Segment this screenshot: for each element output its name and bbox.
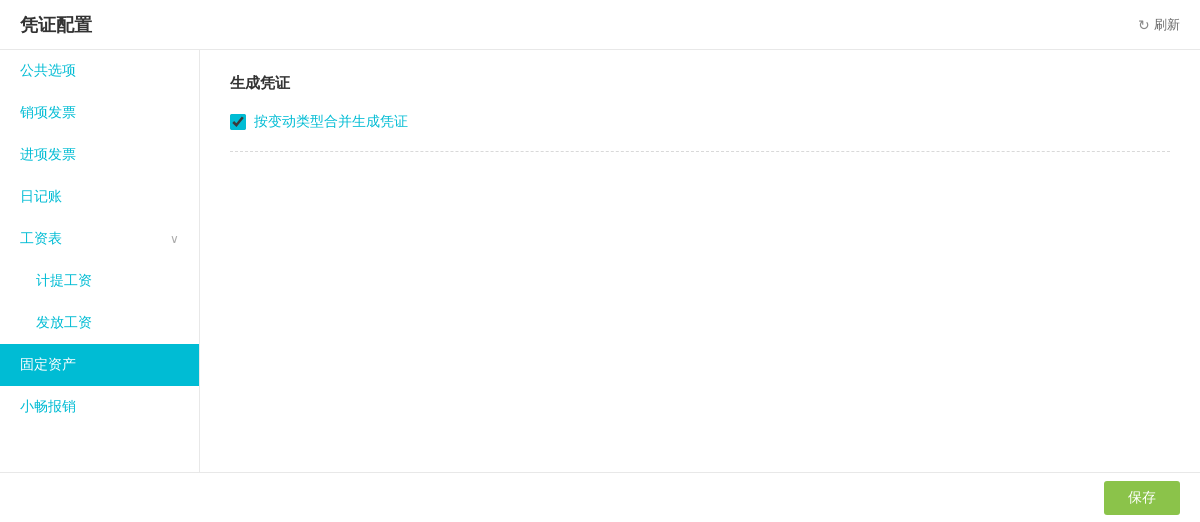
sidebar-label-expense-report: 小畅报销 bbox=[20, 398, 76, 416]
sidebar-item-expense-report[interactable]: 小畅报销 bbox=[0, 386, 199, 428]
main-layout: 公共选项 销项发票 进项发票 日记账 工资表 ∨ 计提工资 发放工资 固定资 bbox=[0, 50, 1200, 472]
sidebar-item-journal[interactable]: 日记账 bbox=[0, 176, 199, 218]
merge-voucher-checkbox[interactable] bbox=[230, 114, 246, 130]
sidebar-item-payroll-table[interactable]: 工资表 ∨ bbox=[0, 218, 199, 260]
save-button[interactable]: 保存 bbox=[1104, 481, 1180, 515]
section-title: 生成凭证 bbox=[230, 74, 1170, 93]
refresh-icon: ↻ bbox=[1138, 17, 1150, 33]
sidebar-item-public-options[interactable]: 公共选项 bbox=[0, 50, 199, 92]
sidebar: 公共选项 销项发票 进项发票 日记账 工资表 ∨ 计提工资 发放工资 固定资 bbox=[0, 50, 200, 472]
footer: 保存 bbox=[0, 472, 1200, 522]
sidebar-label-sales-invoice: 销项发票 bbox=[20, 104, 76, 122]
page-container: 凭证配置 ↻ 刷新 公共选项 销项发票 进项发票 日记账 工资表 ∨ bbox=[0, 0, 1200, 522]
page-title: 凭证配置 bbox=[20, 13, 92, 37]
checkbox-label[interactable]: 按变动类型合并生成凭证 bbox=[254, 113, 408, 131]
sidebar-item-purchase-invoice[interactable]: 进项发票 bbox=[0, 134, 199, 176]
sidebar-label-fixed-assets: 固定资产 bbox=[20, 356, 76, 374]
sidebar-label-pay-salary: 发放工资 bbox=[36, 314, 92, 332]
sidebar-item-accrued-salary[interactable]: 计提工资 bbox=[0, 260, 199, 302]
refresh-button[interactable]: ↻ 刷新 bbox=[1138, 16, 1180, 34]
sidebar-item-pay-salary[interactable]: 发放工资 bbox=[0, 302, 199, 344]
checkbox-row: 按变动类型合并生成凭证 bbox=[230, 113, 1170, 131]
sidebar-item-sales-invoice[interactable]: 销项发票 bbox=[0, 92, 199, 134]
header: 凭证配置 ↻ 刷新 bbox=[0, 0, 1200, 50]
sidebar-label-accrued-salary: 计提工资 bbox=[36, 272, 92, 290]
chevron-down-icon: ∨ bbox=[170, 232, 179, 246]
refresh-label: 刷新 bbox=[1154, 16, 1180, 34]
sidebar-label-payroll-table: 工资表 bbox=[20, 230, 62, 248]
sidebar-item-fixed-assets[interactable]: 固定资产 bbox=[0, 344, 199, 386]
sidebar-label-public-options: 公共选项 bbox=[20, 62, 76, 80]
sidebar-label-journal: 日记账 bbox=[20, 188, 62, 206]
sidebar-label-purchase-invoice: 进项发票 bbox=[20, 146, 76, 164]
section-divider bbox=[230, 151, 1170, 152]
content-area: 生成凭证 按变动类型合并生成凭证 bbox=[200, 50, 1200, 472]
